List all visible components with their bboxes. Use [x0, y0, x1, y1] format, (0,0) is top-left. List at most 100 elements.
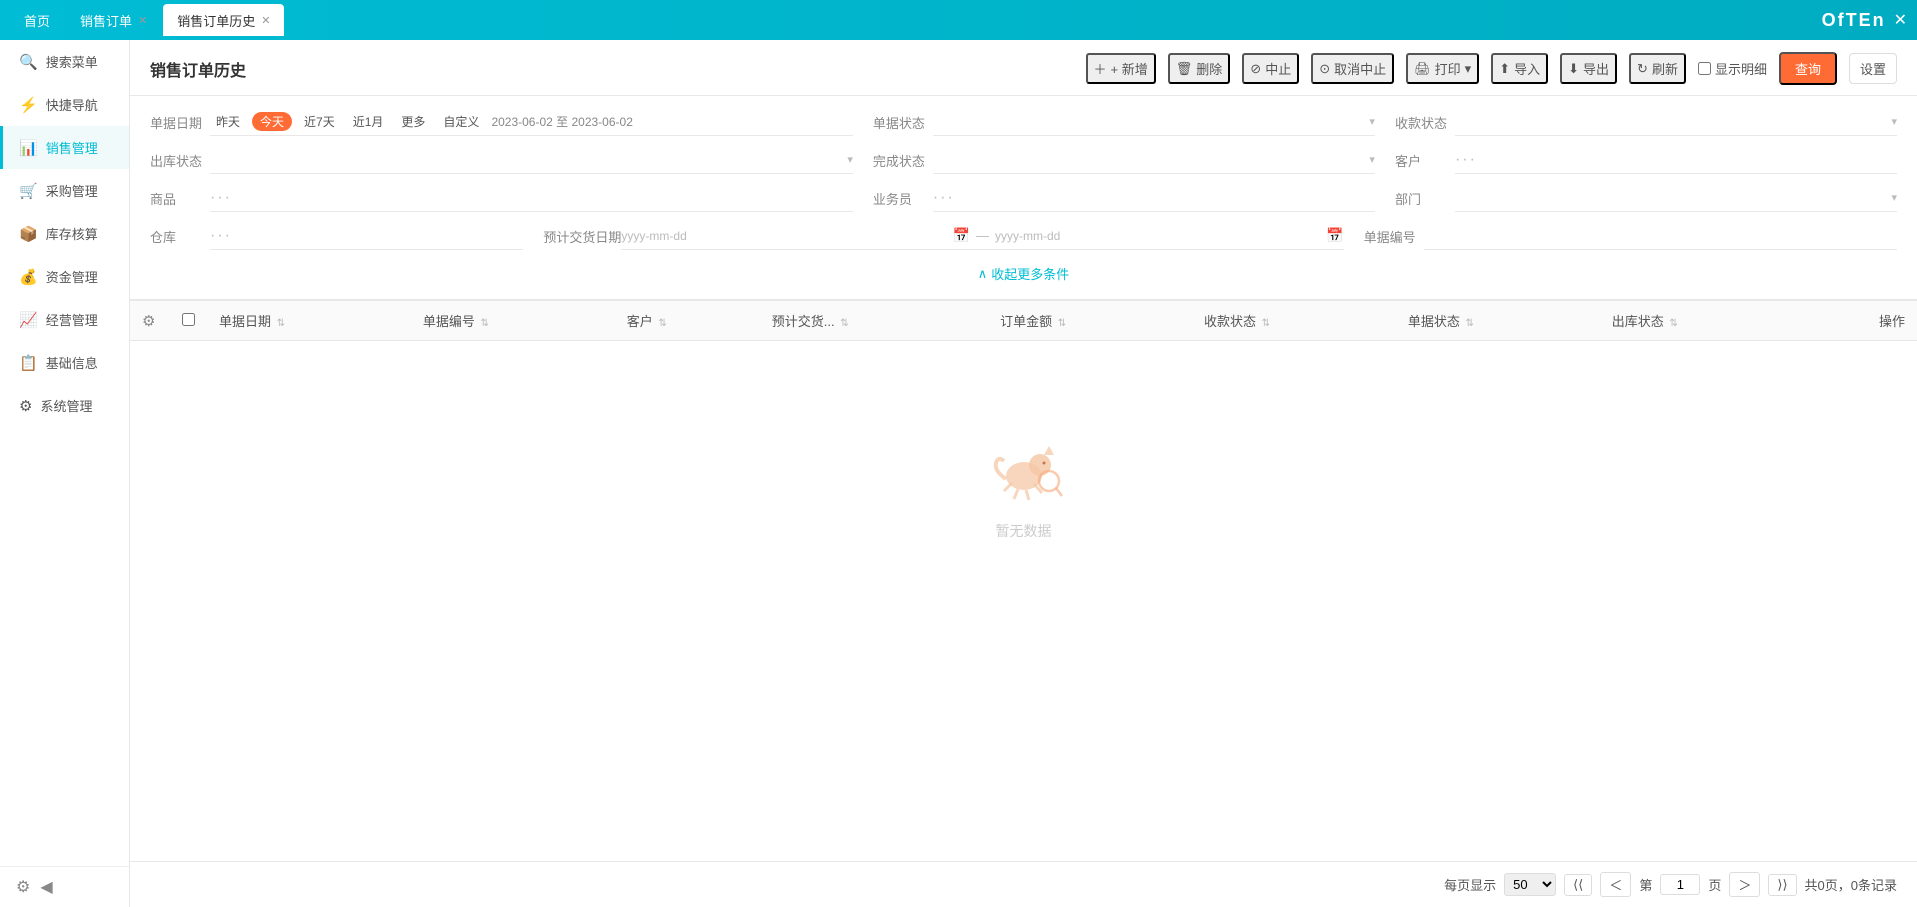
- sidebar-item-purchase-mgmt[interactable]: 🛒 采购管理: [0, 169, 129, 212]
- customer-control[interactable]: ···: [1455, 146, 1897, 174]
- page-size-label: 每页显示: [1444, 875, 1496, 894]
- complete-status-control[interactable]: ▾: [933, 146, 1375, 174]
- print-label: 打印: [1435, 59, 1461, 78]
- sidebar-item-basic-info[interactable]: 📋 基础信息: [0, 341, 129, 384]
- th-action-label: 操作: [1879, 314, 1905, 329]
- date-tab-more[interactable]: 更多: [395, 112, 431, 131]
- select-all-checkbox[interactable]: [182, 313, 195, 326]
- pay-status-dropdown[interactable]: ▾: [1455, 115, 1897, 128]
- stop-button[interactable]: ⊘ 中止: [1242, 53, 1299, 84]
- date-tab-today[interactable]: 今天: [252, 112, 292, 131]
- bill-status-dropdown[interactable]: ▾: [933, 115, 1375, 128]
- start-calendar-icon[interactable]: 📅: [953, 227, 970, 244]
- prev-page-button[interactable]: ＜: [1600, 872, 1631, 897]
- page-size-select[interactable]: 10 20 50 100: [1504, 873, 1556, 896]
- date-tab-yesterday[interactable]: 昨天: [210, 112, 246, 131]
- collapse-row[interactable]: ∧ 收起更多条件: [150, 260, 1897, 287]
- export-button[interactable]: ⬇ 导出: [1560, 53, 1617, 84]
- sidebar-item-sales-mgmt-label: 销售管理: [46, 138, 98, 157]
- th-delivery-date[interactable]: 预计交货... ⇅: [760, 301, 988, 341]
- th-bill-status[interactable]: 单据状态 ⇅: [1396, 301, 1600, 341]
- th-out-status[interactable]: 出库状态 ⇅: [1600, 301, 1804, 341]
- th-bill-date[interactable]: 单据日期 ⇅: [207, 301, 411, 341]
- sidebar: 🔍 搜索菜单 ⚡ 快捷导航 📊 销售管理 🛒 采购管理 📦 库存核算 💰 资金管…: [0, 40, 130, 907]
- out-status-control[interactable]: ▾: [210, 146, 853, 174]
- import-button[interactable]: ⬆ 导入: [1491, 53, 1548, 84]
- bill-status-control[interactable]: ▾: [933, 108, 1375, 136]
- date-tab-custom[interactable]: 自定义: [437, 112, 485, 131]
- tab-sales-order-history-close[interactable]: ✕: [261, 14, 270, 27]
- table-settings-icon[interactable]: ⚙: [142, 313, 155, 330]
- current-page-input[interactable]: [1660, 874, 1700, 895]
- salesman-control[interactable]: ···: [933, 184, 1375, 212]
- bill-no-control[interactable]: [1424, 222, 1897, 250]
- th-order-amount[interactable]: 订单金额 ⇅: [988, 301, 1192, 341]
- cancel-stop-button[interactable]: ⊙ 取消中止: [1311, 53, 1394, 84]
- query-button[interactable]: 查询: [1779, 52, 1837, 85]
- warehouse-more-btn[interactable]: ···: [210, 227, 232, 245]
- filter-item-delivery-date: 预计交货日期 yyyy-mm-dd 📅 — yyyy-mm-dd 📅: [543, 222, 1343, 250]
- complete-status-dropdown[interactable]: ▾: [933, 153, 1375, 166]
- finance-icon: 💰: [19, 268, 38, 286]
- bill-no-input[interactable]: [1424, 228, 1897, 243]
- print-button[interactable]: 🖨 打印 ▾: [1406, 53, 1479, 84]
- th-bill-no[interactable]: 单据编号 ⇅: [411, 301, 615, 341]
- show-detail-checkbox-wrapper[interactable]: 显示明细: [1698, 59, 1767, 78]
- sales-mgmt-icon: 📊: [19, 139, 38, 157]
- new-label: + 新增: [1111, 59, 1148, 78]
- sidebar-settings-icon[interactable]: ⚙: [16, 877, 30, 897]
- next-page-button[interactable]: ＞: [1729, 872, 1760, 897]
- tab-sales-order[interactable]: 销售订单 ✕: [66, 4, 161, 36]
- sidebar-collapse-icon[interactable]: ◀: [40, 877, 52, 897]
- tab-sales-order-history[interactable]: 销售订单历史 ✕: [163, 4, 284, 36]
- date-tab-7days[interactable]: 近7天: [298, 112, 341, 131]
- department-control[interactable]: ▾: [1455, 184, 1897, 212]
- first-page-button[interactable]: ⟨⟨: [1564, 874, 1592, 896]
- sidebar-item-operations[interactable]: 📈 经营管理: [0, 298, 129, 341]
- department-dropdown[interactable]: ▾: [1455, 191, 1897, 204]
- settings-button[interactable]: 设置: [1849, 53, 1897, 84]
- warehouse-control[interactable]: ···: [210, 222, 523, 250]
- goods-control[interactable]: ···: [210, 184, 853, 212]
- window-close-icon[interactable]: ✕: [1894, 10, 1907, 30]
- tab-home[interactable]: 首页: [10, 4, 64, 36]
- delivery-end-date[interactable]: yyyy-mm-dd: [995, 229, 1326, 243]
- last-page-button[interactable]: ⟩⟩: [1768, 874, 1796, 896]
- toolbar: ＋ + 新增 🗑 删除 ⊘ 中止 ⊙ 取消中止: [1086, 52, 1897, 85]
- empty-text: 暂无数据: [996, 521, 1052, 541]
- filter-area: 单据日期 昨天 今天 近7天 近1月 更多 自定义 2023-06-02 至 2…: [130, 96, 1917, 300]
- sidebar-item-purchase-mgmt-label: 采购管理: [46, 181, 98, 200]
- page-header: 销售订单历史 ＋ + 新增 🗑 删除 ⊘ 中止 ⊙: [130, 40, 1917, 96]
- salesman-more-btn[interactable]: ···: [933, 189, 955, 207]
- sidebar-item-system[interactable]: ⚙ 系统管理: [0, 384, 129, 427]
- tab-sales-order-close[interactable]: ✕: [138, 14, 147, 27]
- sidebar-item-search-menu[interactable]: 🔍 搜索菜单: [0, 40, 129, 83]
- pay-status-control[interactable]: ▾: [1455, 108, 1897, 136]
- th-pay-status[interactable]: 收款状态 ⇅: [1192, 301, 1396, 341]
- th-bill-no-label: 单据编号: [423, 314, 475, 329]
- salesman-label: 业务员: [873, 189, 933, 208]
- filter-row-1: 单据日期 昨天 今天 近7天 近1月 更多 自定义 2023-06-02 至 2…: [150, 108, 1897, 136]
- purchase-mgmt-icon: 🛒: [19, 182, 38, 200]
- goods-more-btn[interactable]: ···: [210, 189, 232, 207]
- sidebar-item-finance[interactable]: 💰 资金管理: [0, 255, 129, 298]
- date-tab-1month[interactable]: 近1月: [347, 112, 390, 131]
- sort-pay-status-icon: ⇅: [1262, 318, 1270, 329]
- sidebar-item-inventory-label: 库存核算: [46, 224, 98, 243]
- delete-button[interactable]: 🗑 删除: [1168, 53, 1231, 84]
- th-customer[interactable]: 客户 ⇅: [615, 301, 760, 341]
- show-detail-checkbox[interactable]: [1698, 62, 1711, 75]
- refresh-label: 刷新: [1652, 59, 1678, 78]
- end-calendar-icon[interactable]: 📅: [1326, 227, 1343, 244]
- sidebar-item-inventory[interactable]: 📦 库存核算: [0, 212, 129, 255]
- refresh-button[interactable]: ↻ 刷新: [1629, 53, 1686, 84]
- out-status-dropdown[interactable]: ▾: [210, 153, 853, 166]
- customer-more-btn[interactable]: ···: [1455, 151, 1477, 169]
- out-status-label: 出库状态: [150, 151, 210, 170]
- sidebar-item-sales-mgmt[interactable]: 📊 销售管理: [0, 126, 129, 169]
- sidebar-item-quick-nav[interactable]: ⚡ 快捷导航: [0, 83, 129, 126]
- print-dropdown-icon: ▾: [1465, 61, 1472, 77]
- basic-info-icon: 📋: [19, 354, 38, 372]
- delivery-start-date[interactable]: yyyy-mm-dd: [621, 229, 952, 243]
- new-button[interactable]: ＋ + 新增: [1086, 53, 1156, 84]
